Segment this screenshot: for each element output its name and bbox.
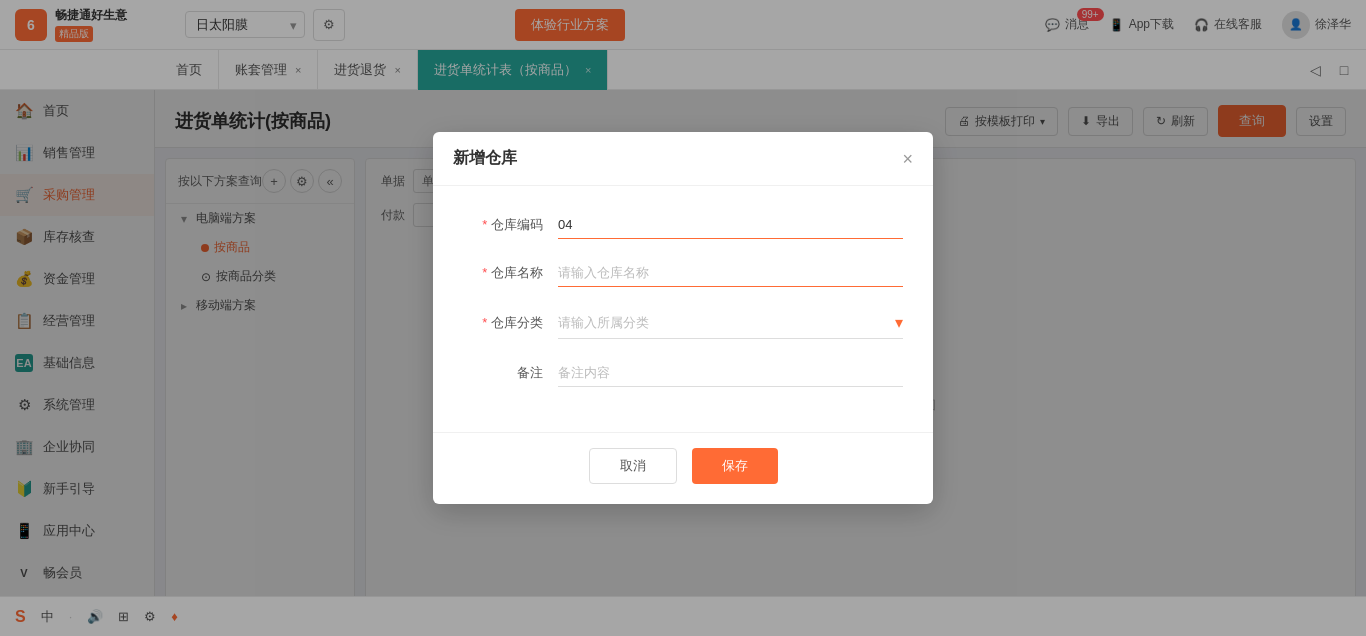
category-label: 仓库分类 xyxy=(463,314,543,332)
remark-input[interactable] xyxy=(558,359,903,387)
category-chevron-icon: ▾ xyxy=(895,313,903,332)
form-row-name: 仓库名称 xyxy=(463,259,903,287)
category-select[interactable]: 请输入所属分类 ▾ xyxy=(558,307,903,339)
modal-header: 新增仓库 × xyxy=(433,132,933,186)
modal-new-warehouse: 新增仓库 × 仓库编码 仓库名称 仓库分类 请输入所属分类 ▾ xyxy=(433,132,933,504)
form-row-category: 仓库分类 请输入所属分类 ▾ xyxy=(463,307,903,339)
category-placeholder: 请输入所属分类 xyxy=(558,314,649,332)
modal-overlay[interactable]: 新增仓库 × 仓库编码 仓库名称 仓库分类 请输入所属分类 ▾ xyxy=(0,0,1366,636)
name-label: 仓库名称 xyxy=(463,264,543,282)
name-input[interactable] xyxy=(558,259,903,287)
save-button[interactable]: 保存 xyxy=(692,448,778,484)
form-row-code: 仓库编码 xyxy=(463,211,903,239)
modal-title: 新增仓库 xyxy=(453,148,517,169)
code-label: 仓库编码 xyxy=(463,216,543,234)
modal-body: 仓库编码 仓库名称 仓库分类 请输入所属分类 ▾ 备注 xyxy=(433,186,933,432)
code-input[interactable] xyxy=(558,211,903,239)
modal-close-btn[interactable]: × xyxy=(902,150,913,168)
modal-footer: 取消 保存 xyxy=(433,432,933,504)
form-row-remark: 备注 xyxy=(463,359,903,387)
cancel-button[interactable]: 取消 xyxy=(589,448,677,484)
remark-label: 备注 xyxy=(463,364,543,382)
